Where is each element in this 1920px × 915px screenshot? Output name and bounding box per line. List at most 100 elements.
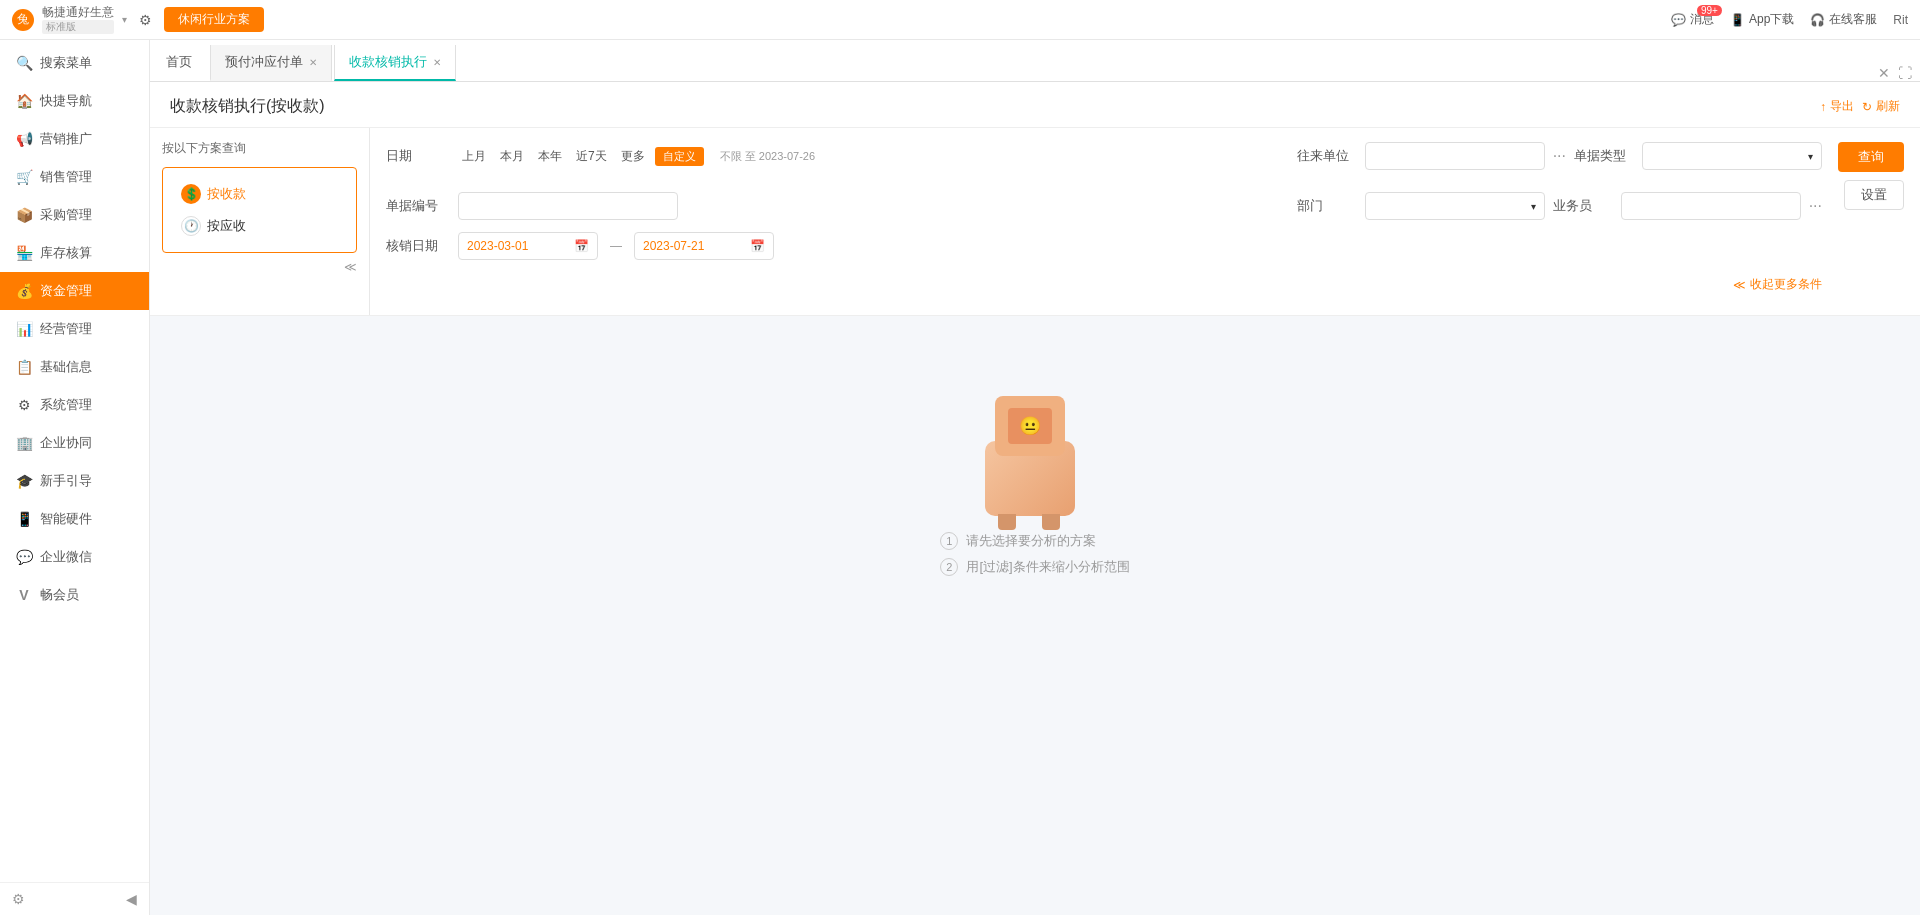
calendar-end-icon[interactable]: 📅 (750, 239, 765, 253)
message-badge: 99+ (1697, 5, 1722, 16)
sidebar-collapse-arrow[interactable]: ≪ (344, 260, 357, 274)
message-button[interactable]: 💬 消息 99+ (1671, 11, 1714, 28)
sidebar-item-sales[interactable]: 🛒 销售管理 (0, 158, 149, 196)
sidebar-item-finance[interactable]: 💰 资金管理 (0, 272, 149, 310)
sidebar-item-wechat[interactable]: 💬 企业微信 (0, 538, 149, 576)
tab-receipt-offset[interactable]: 收款核销执行 ✕ (334, 45, 456, 81)
sidebar-item-basic[interactable]: 📋 基础信息 (0, 348, 149, 386)
calendar-start-icon[interactable]: 📅 (574, 239, 589, 253)
tab-prepay-close-icon[interactable]: ✕ (309, 57, 317, 68)
chevron-down-icon[interactable]: ▾ (122, 14, 127, 25)
export-icon: ↑ (1820, 100, 1826, 114)
app-icon: 📱 (1730, 13, 1745, 27)
staff-input[interactable] (1621, 192, 1801, 220)
page-content: 收款核销执行(按收款) ↑ 导出 ↻ 刷新 按以 (150, 82, 1920, 915)
date-separator: — (610, 239, 622, 253)
collapse-more-button[interactable]: ≪ 收起更多条件 (1733, 272, 1822, 297)
operation-icon: 📊 (16, 321, 32, 337)
sidebar-item-enterprise[interactable]: 🏢 企业协同 (0, 424, 149, 462)
tab-close-all-button[interactable]: ✕ (1878, 65, 1890, 81)
sidebar-nav: 🔍 搜索菜单 🏠 快捷导航 📢 营销推广 🛒 销售管理 📦 采购管理 🏪 (0, 40, 149, 882)
inventory-icon: 🏪 (16, 245, 32, 261)
empty-hint-1: 1 请先选择要分析的方案 (940, 532, 1129, 550)
user-name[interactable]: Rit (1893, 13, 1908, 27)
query-button[interactable]: 查询 (1838, 142, 1904, 172)
sidebar-item-inventory[interactable]: 🏪 库存核算 (0, 234, 149, 272)
date-this-year[interactable]: 本年 (534, 146, 566, 167)
doc-type-select[interactable]: ▾ (1642, 142, 1822, 170)
sidebar-item-purchase[interactable]: 📦 采购管理 (0, 196, 149, 234)
sidebar-item-search[interactable]: 🔍 搜索菜单 (0, 44, 149, 82)
doc-type-label: 单据类型 (1574, 147, 1634, 165)
sidebar-settings-icon[interactable]: ⚙ (12, 891, 25, 907)
date-this-month[interactable]: 本月 (496, 146, 528, 167)
header-actions: ↑ 导出 ↻ 刷新 (1820, 98, 1900, 115)
staff-ellipsis-icon[interactable]: ··· (1809, 197, 1822, 215)
search-icon: 🔍 (16, 55, 32, 71)
partner-ellipsis-icon[interactable]: ··· (1553, 147, 1566, 165)
date-last-month[interactable]: 上月 (458, 146, 490, 167)
online-service-button[interactable]: 🎧 在线客服 (1810, 11, 1877, 28)
home-icon: 🏠 (16, 93, 32, 109)
filter-by-receipt[interactable]: 💲 按收款 (173, 178, 346, 210)
dept-select[interactable]: ▾ (1365, 192, 1545, 220)
edition-badge: 标准版 (42, 20, 114, 34)
filter-body: 按以下方案查询 💲 按收款 🕐 按应收 ≪ (150, 128, 1920, 315)
setting-button[interactable]: 设置 (1844, 180, 1904, 210)
sidebar-item-hardware[interactable]: 📱 智能硬件 (0, 500, 149, 538)
gear-icon[interactable]: ⚙ (139, 12, 152, 28)
filter-row-1: 日期 上月 本月 本年 近7天 更多 自定义 不限 至 2023-07-26 (386, 142, 1822, 170)
date-7days[interactable]: 近7天 (572, 146, 611, 167)
filter-row-2: 单据编号 部门 ▾ 业务员 ··· (386, 192, 1822, 220)
main-container: 🔍 搜索菜单 🏠 快捷导航 📢 营销推广 🛒 销售管理 📦 采购管理 🏪 (0, 40, 1920, 915)
refresh-button[interactable]: ↻ 刷新 (1862, 98, 1900, 115)
brand-name: 畅捷通好生意 (42, 5, 114, 19)
verify-date-start-input[interactable]: 2023-03-01 📅 (458, 232, 598, 260)
tab-prepay-offset[interactable]: 预付冲应付单 ✕ (210, 45, 332, 81)
receipt-icon: 💲 (181, 184, 201, 204)
refresh-icon: ↻ (1862, 100, 1872, 114)
collapse-icon: ≪ (1733, 278, 1746, 292)
marketing-icon: 📢 (16, 131, 32, 147)
sidebar-item-guide[interactable]: 🎓 新手引导 (0, 462, 149, 500)
app-logo: 兔 (12, 9, 34, 31)
empty-state: 😐 1 请先选择要分析的方案 2 用[过滤]条件来缩小分析范围 (150, 316, 1920, 656)
sidebar-item-quick-nav[interactable]: 🏠 快捷导航 (0, 82, 149, 120)
topbar: 兔 畅捷通好生意 标准版 ▾ ⚙ 休闲行业方案 💬 消息 99+ 📱 App下载… (0, 0, 1920, 40)
message-icon: 💬 (1671, 13, 1686, 27)
member-icon: V (16, 587, 32, 603)
dept-chevron-icon: ▾ (1531, 201, 1536, 212)
doc-no-input[interactable] (458, 192, 678, 220)
solution-button[interactable]: 休闲行业方案 (164, 7, 264, 32)
filter-wrapper: 按以下方案查询 💲 按收款 🕐 按应收 ≪ (150, 128, 1920, 316)
topbar-right: 💬 消息 99+ 📱 App下载 🎧 在线客服 Rit (1671, 11, 1908, 28)
sidebar-item-member[interactable]: V 畅会员 (0, 576, 149, 614)
filter-button-group: 查询 设置 (1838, 128, 1920, 315)
sidebar-item-system[interactable]: ⚙ 系统管理 (0, 386, 149, 424)
sidebar-item-operation[interactable]: 📊 经营管理 (0, 310, 149, 348)
date-label: 日期 (386, 147, 446, 165)
partner-label: 往来单位 (1297, 147, 1357, 165)
staff-label: 业务员 (1553, 197, 1613, 215)
date-more[interactable]: 更多 (617, 146, 649, 167)
partner-input[interactable] (1365, 142, 1545, 170)
filter-by-receivable[interactable]: 🕐 按应收 (173, 210, 346, 242)
export-button[interactable]: ↑ 导出 (1820, 98, 1854, 115)
finance-icon: 💰 (16, 283, 32, 299)
tab-receipt-close-icon[interactable]: ✕ (433, 57, 441, 68)
filter-row-3: 核销日期 2023-03-01 📅 — 2023-07-21 📅 (386, 232, 1822, 260)
filter-sidebar-title: 按以下方案查询 (162, 140, 357, 157)
app-download-button[interactable]: 📱 App下载 (1730, 11, 1794, 28)
tab-home[interactable]: 首页 (150, 45, 208, 81)
sidebar-item-marketing[interactable]: 📢 营销推广 (0, 120, 149, 158)
dept-label: 部门 (1297, 197, 1357, 215)
date-custom-tag[interactable]: 自定义 (655, 147, 704, 166)
wechat-icon: 💬 (16, 549, 32, 565)
verify-date-end-input[interactable]: 2023-07-21 📅 (634, 232, 774, 260)
sidebar-collapse-icon[interactable]: ◀ (126, 891, 137, 907)
date-range-note: 不限 至 2023-07-26 (720, 150, 815, 162)
content-area: 首页 预付冲应付单 ✕ 收款核销执行 ✕ ✕ ⛶ 收款核销执行(按收款) (150, 40, 1920, 915)
tab-fullscreen-button[interactable]: ⛶ (1898, 65, 1912, 81)
system-icon: ⚙ (16, 397, 32, 413)
filter-options-box: 💲 按收款 🕐 按应收 (162, 167, 357, 253)
